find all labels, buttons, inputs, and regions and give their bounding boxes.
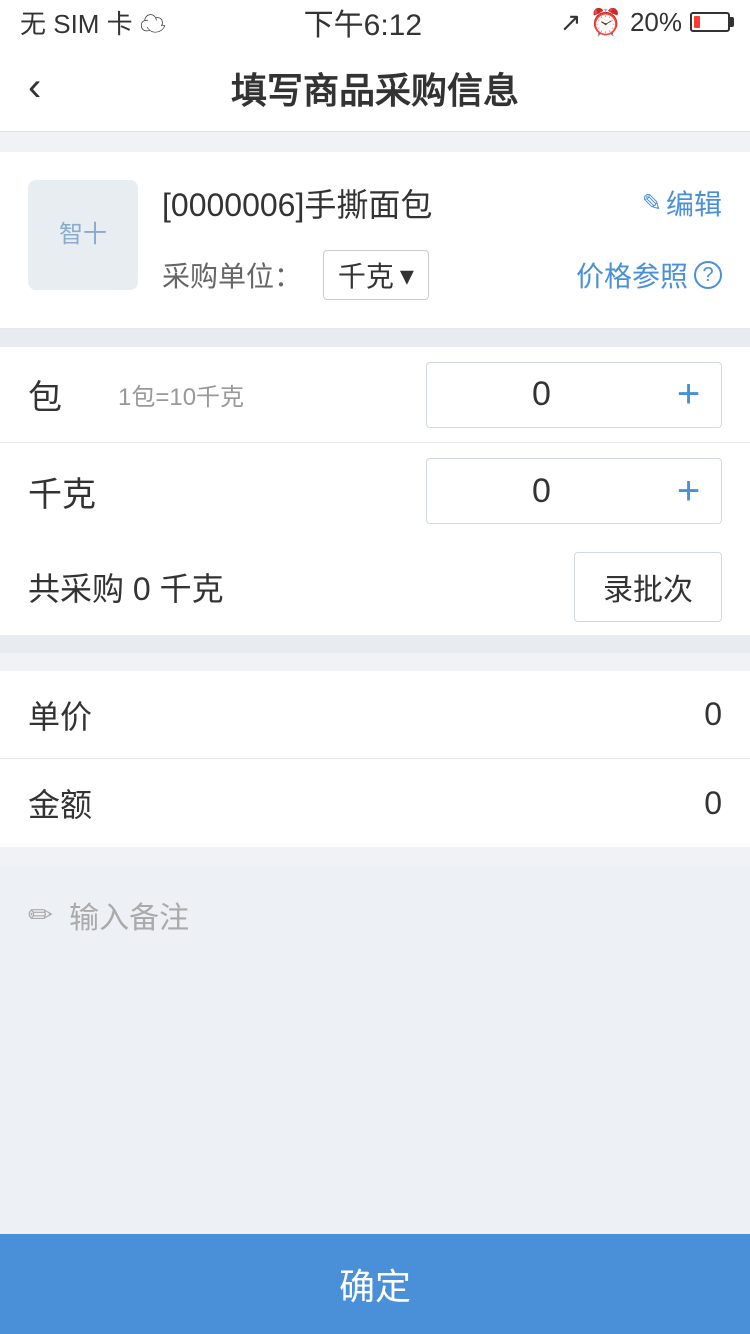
pencil-icon: ✏ [28,898,53,933]
edit-icon: ✎ [642,189,662,218]
battery-pct: 20% [630,7,682,38]
no-sim-text: 无 SIM 卡 ☁ [20,4,166,41]
summary-row: 共采购 0 千克 录批次 [0,539,750,635]
edit-label: 编辑 [666,183,722,223]
product-logo: 智十 [59,221,107,250]
section-divider-1 [0,329,750,347]
kg-input-row: 千克 0 + [0,443,750,539]
battery-icon [690,12,730,32]
unit-select[interactable]: 千克 ▾ [323,250,429,300]
summary-text: 共采购 0 千克 [28,564,574,610]
bag-qty-wrapper: 0 + [426,362,722,428]
status-bar: 无 SIM 卡 ☁ 下午6:12 ↗ ⏰ 20% [0,0,750,44]
bag-label: 包 [28,370,108,419]
status-right: ↗ ⏰ 20% [560,7,730,38]
kg-qty-wrapper: 0 + [426,458,722,524]
product-name-row: [0000006]手撕面包 ✎ 编辑 [162,180,722,226]
alarm-icon: ⏰ [590,7,622,38]
note-section[interactable]: ✏ 输入备注 [0,865,750,965]
unit-prefix: 采购单位： [162,261,302,292]
unit-price-label: 单价 [28,692,92,738]
help-icon: ? [694,261,722,289]
bag-qty-input[interactable]: 0 [426,362,656,428]
product-name: [0000006]手撕面包 [162,180,432,226]
edit-button[interactable]: ✎ 编辑 [642,183,722,223]
nav-bar: ‹ 填写商品采购信息 [0,44,750,132]
status-time: 下午6:12 [304,0,422,44]
product-info: [0000006]手撕面包 ✎ 编辑 采购单位： 千克 ▾ 价格参照 ? [162,180,722,300]
price-ref-label: 价格参照 [576,255,688,295]
unit-price-value: 0 [704,696,722,733]
confirm-label: 确定 [339,1258,411,1310]
batch-button[interactable]: 录批次 [574,552,722,622]
bag-qty-value: 0 [532,375,551,414]
kg-qty-input[interactable]: 0 [426,458,656,524]
location-icon: ↗ [560,7,582,38]
confirm-button[interactable]: 确定 [0,1234,750,1334]
back-button[interactable]: ‹ [28,65,41,110]
amount-value: 0 [704,785,722,822]
unit-price-row: 单价 0 [0,671,750,759]
amount-label: 金额 [28,780,92,826]
unit-selector[interactable]: 采购单位： 千克 ▾ [162,250,429,300]
bag-plus-button[interactable]: + [656,362,722,428]
kg-label: 千克 [28,467,108,516]
page-title: 填写商品采购信息 [231,62,519,114]
product-unit-row: 采购单位： 千克 ▾ 价格参照 ? [162,250,722,300]
bag-input-row: 包 1包=10千克 0 + [0,347,750,443]
product-image: 智十 [28,180,138,290]
price-info-section: 单价 0 金额 0 [0,671,750,847]
price-ref-button[interactable]: 价格参照 ? [576,255,722,295]
status-left: 无 SIM 卡 ☁ [20,4,166,41]
section-divider-2 [0,635,750,653]
unit-value: 千克 [338,255,394,295]
unit-arrow-icon: ▾ [400,259,414,292]
product-card: 智十 [0000006]手撕面包 ✎ 编辑 采购单位： 千克 ▾ 价格参照 ? [0,152,750,329]
kg-plus-button[interactable]: + [656,458,722,524]
bag-sublabel: 1包=10千克 [118,377,244,412]
amount-row: 金额 0 [0,759,750,847]
input-section: 包 1包=10千克 0 + 千克 0 + [0,347,750,539]
kg-qty-value: 0 [532,472,551,511]
note-input[interactable]: 输入备注 [69,893,189,937]
